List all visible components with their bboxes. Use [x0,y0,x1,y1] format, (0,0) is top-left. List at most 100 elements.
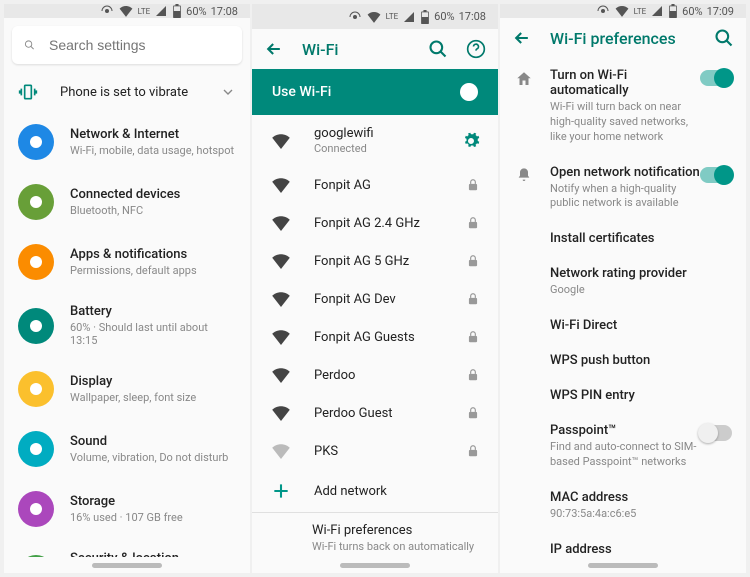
battery-icon [173,4,181,18]
vibrate-row[interactable]: Phone is set to vibrate [4,72,250,112]
settings-item[interactable]: Apps & notifications Permissions, defaul… [4,232,250,292]
lock-icon [466,254,480,268]
use-wifi-toggle[interactable]: Use Wi-Fi [252,69,498,115]
item-subtitle: 60% · Should last until about 13:15 [70,321,236,347]
battery-icon [421,10,429,24]
wifi-network-row[interactable]: googlewifi Connected [252,115,498,166]
wifi-signal-icon [270,133,292,149]
bell-icon [516,167,532,183]
passpoint-title: Passpoint™ [550,423,700,438]
wifi-network-row[interactable]: Fonpit AG Guests [252,318,498,356]
settings-item[interactable]: Battery 60% · Should last until about 13… [4,292,250,359]
wifi-ssid: googlewifi [314,126,462,141]
lte-label: LTE [138,7,151,16]
switch-thumb [460,83,478,101]
wifi-prefs-sub: Wi-Fi turns back on automatically [312,540,480,553]
status-bar: LTE 60% 17:08 [252,4,498,29]
category-icon [18,431,54,467]
wifi-network-row[interactable]: Fonpit AG 2.4 GHz [252,204,498,242]
item-title: Storage [70,494,236,509]
wifi-network-row[interactable]: PKS [252,432,498,470]
help-icon[interactable] [466,39,486,59]
back-icon[interactable] [512,28,532,48]
add-network-row[interactable]: Add network [252,470,498,512]
wps-push-row[interactable]: WPS push button [500,343,746,378]
status-bar: LTE 60% 17:08 [4,4,250,18]
lock-icon [466,368,480,382]
chevron-down-icon [220,84,236,100]
category-icon [18,371,54,407]
app-bar: Wi-Fi [252,29,498,69]
lock-icon [466,406,480,420]
wifi-direct-row[interactable]: Wi-Fi Direct [500,308,746,343]
open-net-toggle[interactable] [700,167,732,183]
open-network-row[interactable]: Open network notificationNotify when a h… [500,155,746,222]
lock-icon [466,178,480,192]
page-title: Wi-Fi [302,40,410,59]
mac-value: 90:73:5a:4a:c6:e5 [550,507,732,522]
settings-item[interactable]: Sound Volume, vibration, Do not disturb [4,419,250,479]
rating-provider-row[interactable]: Network rating providerGoogle [500,256,746,308]
item-title: Connected devices [70,187,236,202]
signal-icon [403,11,415,23]
hotspot-icon [101,5,113,17]
clock: 17:08 [459,10,486,23]
lock-icon [466,330,480,344]
passpoint-toggle[interactable] [700,425,732,441]
wifi-network-list: googlewifi Connected Fonpit AG Fonpit AG… [252,115,498,470]
wps-pin-row[interactable]: WPS PIN entry [500,378,746,413]
search-settings[interactable] [12,26,242,64]
wifi-ssid: PKS [314,444,466,459]
mac-address-row: MAC address 90:73:5a:4a:c6:e5 [500,480,746,532]
settings-item[interactable]: Connected devices Bluetooth, NFC [4,172,250,232]
battery-percent: 60% [186,5,206,18]
settings-item[interactable]: Network & Internet Wi-Fi, mobile, data u… [4,112,250,172]
app-bar: Wi-Fi preferences [500,18,746,58]
mac-title: MAC address [550,490,732,505]
search-icon[interactable] [428,39,448,59]
category-icon [18,491,54,527]
auto-wifi-toggle[interactable] [700,70,732,86]
lte-label: LTE [386,12,399,21]
wifi-network-row[interactable]: Perdoo Guest [252,394,498,432]
add-network-label: Add network [314,484,480,499]
wps-pin-label: WPS PIN entry [550,388,732,403]
item-subtitle: Permissions, default apps [70,264,236,277]
battery-percent: 60% [682,5,702,18]
wifi-ssid: Fonpit AG 5 GHz [314,254,466,269]
category-icon [18,124,54,160]
lte-label: LTE [634,7,647,16]
wifi-signal-icon [270,405,292,421]
auto-wifi-row[interactable]: Turn on Wi-Fi automaticallyWi-Fi will tu… [500,58,746,155]
lock-icon [466,216,480,230]
search-input[interactable] [49,37,230,53]
wifi-network-row[interactable]: Fonpit AG Dev [252,280,498,318]
gear-icon[interactable] [462,132,480,150]
item-subtitle: Wi-Fi, mobile, data usage, hotspot [70,144,236,157]
wifi-list-screen: LTE 60% 17:08 Wi-Fi Use Wi-Fi googlewifi… [252,4,498,573]
signal-icon [155,5,167,17]
passpoint-row[interactable]: Passpoint™Find and auto-connect to SIM-b… [500,413,746,480]
wifi-icon [367,11,381,23]
install-certs-row[interactable]: Install certificates [500,221,746,256]
wifi-network-row[interactable]: Fonpit AG 5 GHz [252,242,498,280]
wifi-icon [615,5,629,17]
clock: 17:09 [707,5,734,18]
item-subtitle: 16% used · 107 GB free [70,511,236,524]
battery-percent: 60% [434,10,454,23]
back-icon[interactable] [264,39,284,59]
wifi-network-row[interactable]: Perdoo [252,356,498,394]
nav-bar [252,557,498,573]
search-icon[interactable] [714,28,734,48]
wifi-ssid: Fonpit AG 2.4 GHz [314,216,466,231]
item-subtitle: Bluetooth, NFC [70,204,236,217]
use-wifi-label: Use Wi-Fi [272,84,460,100]
wifi-network-row[interactable]: Fonpit AG [252,166,498,204]
wifi-signal-icon [270,291,292,307]
item-title: Battery [70,304,236,319]
wifi-ssid: Perdoo [314,368,466,383]
install-certs-label: Install certificates [550,231,732,246]
item-subtitle: Wallpaper, sleep, font size [70,391,236,404]
settings-item[interactable]: Storage 16% used · 107 GB free [4,479,250,539]
settings-item[interactable]: Display Wallpaper, sleep, font size [4,359,250,419]
